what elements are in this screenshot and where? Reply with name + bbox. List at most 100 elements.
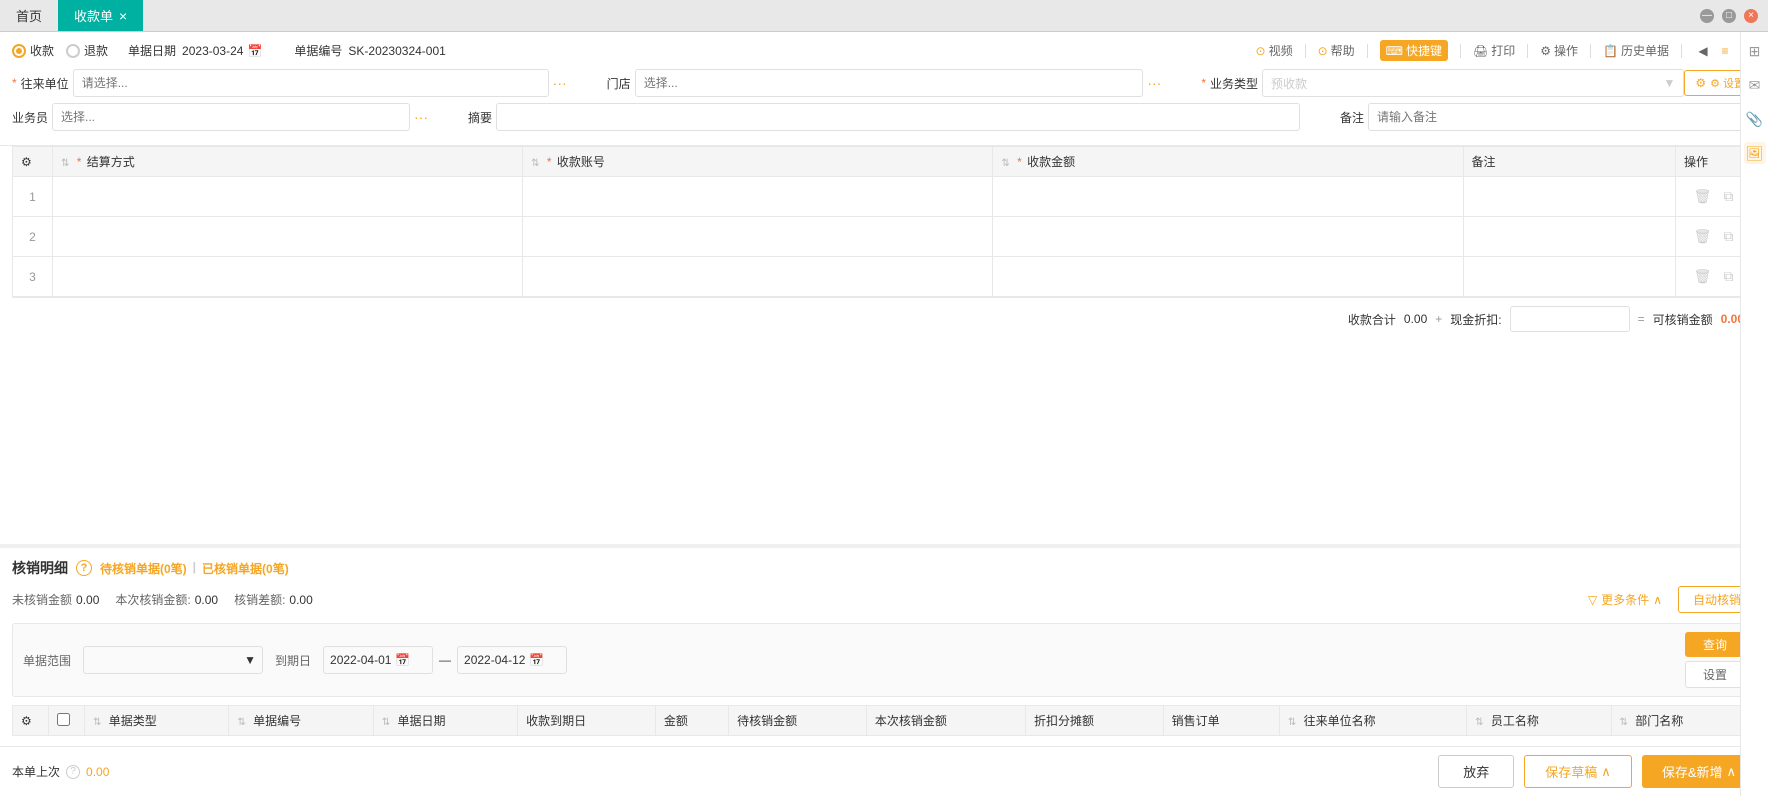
store-input[interactable] [635,69,1144,97]
print-btn[interactable]: 🖨 打印 [1473,42,1515,59]
calendar-icon3: 📅 [529,653,544,667]
more-conditions-btn[interactable]: ▽ 更多条件 ∧ [1588,591,1662,608]
business-type-label: 业务类型 [1210,75,1258,92]
sep4 [1527,44,1528,58]
copy-icon[interactable]: ⧉ [1719,267,1739,287]
bth-dept: ⇅ 部门名称 [1611,706,1755,736]
copy-icon[interactable]: ⧉ [1719,227,1739,247]
save-new-btn[interactable]: 保存&新增 ∧ [1642,755,1756,788]
shortcut-btn[interactable]: ⌨ 快捷键 [1380,40,1448,61]
tab-home[interactable]: 首页 [0,0,58,31]
list-view-icon[interactable]: ≡ [1716,42,1734,60]
history-icon: 📋 [1603,44,1618,58]
sep1 [1305,44,1306,58]
tab-active[interactable]: 收款单 × [58,0,143,31]
amount-cell[interactable] [993,257,1463,297]
amount-cell[interactable] [993,177,1463,217]
diff-stat: 核销差额: 0.00 [234,591,313,608]
settlement-cell[interactable] [53,177,523,217]
tab-close-icon[interactable]: × [119,8,127,24]
chevron-up-icon: ∧ [1653,593,1662,607]
radio-tui[interactable]: 退款 [66,42,108,59]
delete-icon[interactable]: 🗑 [1693,267,1713,287]
account-cell[interactable] [523,257,993,297]
sidebar-mail-icon[interactable]: ✉ [1744,74,1766,96]
bth-amount: 金额 [655,706,728,736]
writeoff-tabs: 待核销单据(0笔) | 已核销单据(0笔) [100,560,289,577]
info-icon[interactable]: ? [76,560,92,576]
staff-input[interactable] [52,103,410,131]
writeoff-title: 核销明细 ? 待核销单据(0笔) | 已核销单据(0笔) [12,558,1756,578]
history-btn[interactable]: 📋 历史单据 [1603,42,1669,59]
note-cell[interactable] [1463,177,1675,217]
discount-input[interactable] [1510,306,1630,332]
sidebar-image-icon[interactable]: 🖼 [1744,142,1766,164]
range-select[interactable]: ▼ [83,646,263,674]
summary-input[interactable] [496,103,1300,131]
counterpart-more-btn[interactable]: ··· [553,75,567,91]
settlement-cell[interactable] [53,217,523,257]
settlement-cell[interactable] [53,257,523,297]
bth-check [49,706,85,736]
counterpart-label: 往来单位 [21,75,69,92]
store-more-btn[interactable]: ··· [1147,75,1161,91]
date-dash: — [439,653,451,667]
range-label: 单据范围 [23,652,71,669]
form-row-1: * 往来单位 ··· 门店 ··· * 业务类型 预收款 ▼ ⚙ [12,69,1756,97]
maximize-button[interactable]: □ [1722,9,1736,23]
table-row: 2 🗑 ⧉ [13,217,1756,257]
note-cell[interactable] [1463,217,1675,257]
video-btn[interactable]: ⊙ 视频 [1256,42,1293,59]
sort-icon2: ⇅ [531,158,539,169]
bth-counterpart: ⇅ 往来单位名称 [1279,706,1466,736]
store-field: 门店 ··· [607,69,1162,97]
operation-btn[interactable]: ⚙ 操作 [1540,42,1578,59]
pending-tab[interactable]: 待核销单据(0笔) [100,560,187,577]
select-all-checkbox[interactable] [57,713,70,726]
close-button[interactable]: × [1744,9,1758,23]
sidebar-clip-icon[interactable]: 📎 [1744,108,1766,130]
note-cell[interactable] [1463,257,1675,297]
footer-value: 0.00 [86,765,109,779]
account-cell[interactable] [523,177,993,217]
minimize-button[interactable]: — [1700,9,1714,23]
save-draft-btn[interactable]: 保存草稿 ∧ [1524,755,1632,788]
delete-icon[interactable]: 🗑 [1693,227,1713,247]
unverified-stat: 未核销金额 0.00 [12,591,99,608]
note-input[interactable] [1368,103,1756,131]
bth-discount: 折扣分摊额 [1025,706,1163,736]
footer-info-icon[interactable]: ? [66,765,80,779]
settings-icon2[interactable]: ⚙ [21,714,32,728]
date-to-input[interactable]: 2022-04-12 📅 [457,646,567,674]
staff-more-btn[interactable]: ··· [414,109,428,125]
amount-cell[interactable] [993,217,1463,257]
business-type-select[interactable]: 预收款 ▼ [1262,69,1684,97]
bth-type: ⇅ 单据类型 [85,706,229,736]
settings-btn2[interactable]: 设置 [1685,661,1745,688]
account-cell[interactable] [523,217,993,257]
abandon-btn[interactable]: 放弃 [1438,755,1514,788]
help-btn[interactable]: ⊙ 帮助 [1318,42,1355,59]
calendar-icon[interactable]: 📅 [247,44,262,58]
done-tab[interactable]: 已核销单据(0笔) [202,560,289,577]
row-num: 2 [13,217,53,257]
bth-due-date: 收款到期日 [518,706,656,736]
th-amount: ⇅ * 收款金额 [993,147,1463,177]
prev-view-icon[interactable]: ◀ [1694,42,1712,60]
total-label: 收款合计 [1348,311,1396,328]
sidebar-table-icon[interactable]: ⊞ [1744,40,1766,62]
filter-row: 单据范围 ▼ 到期日 2022-04-01 📅 — 2022-04-12 📅 查… [12,623,1756,697]
radio-shou[interactable]: 收款 [12,42,54,59]
row-num: 3 [13,257,53,297]
copy-icon[interactable]: ⧉ [1719,187,1739,207]
th-note: 备注 [1463,147,1675,177]
gear-icon: ⚙ [1695,76,1706,90]
counterpart-input[interactable] [73,69,549,97]
settings-icon[interactable]: ⚙ [21,155,32,169]
sep2 [1367,44,1368,58]
date-from-input[interactable]: 2022-04-01 📅 [323,646,433,674]
query-btn[interactable]: 查询 [1685,632,1745,657]
counterpart-required: * [12,76,17,90]
delete-icon[interactable]: 🗑 [1693,187,1713,207]
sep5 [1590,44,1591,58]
